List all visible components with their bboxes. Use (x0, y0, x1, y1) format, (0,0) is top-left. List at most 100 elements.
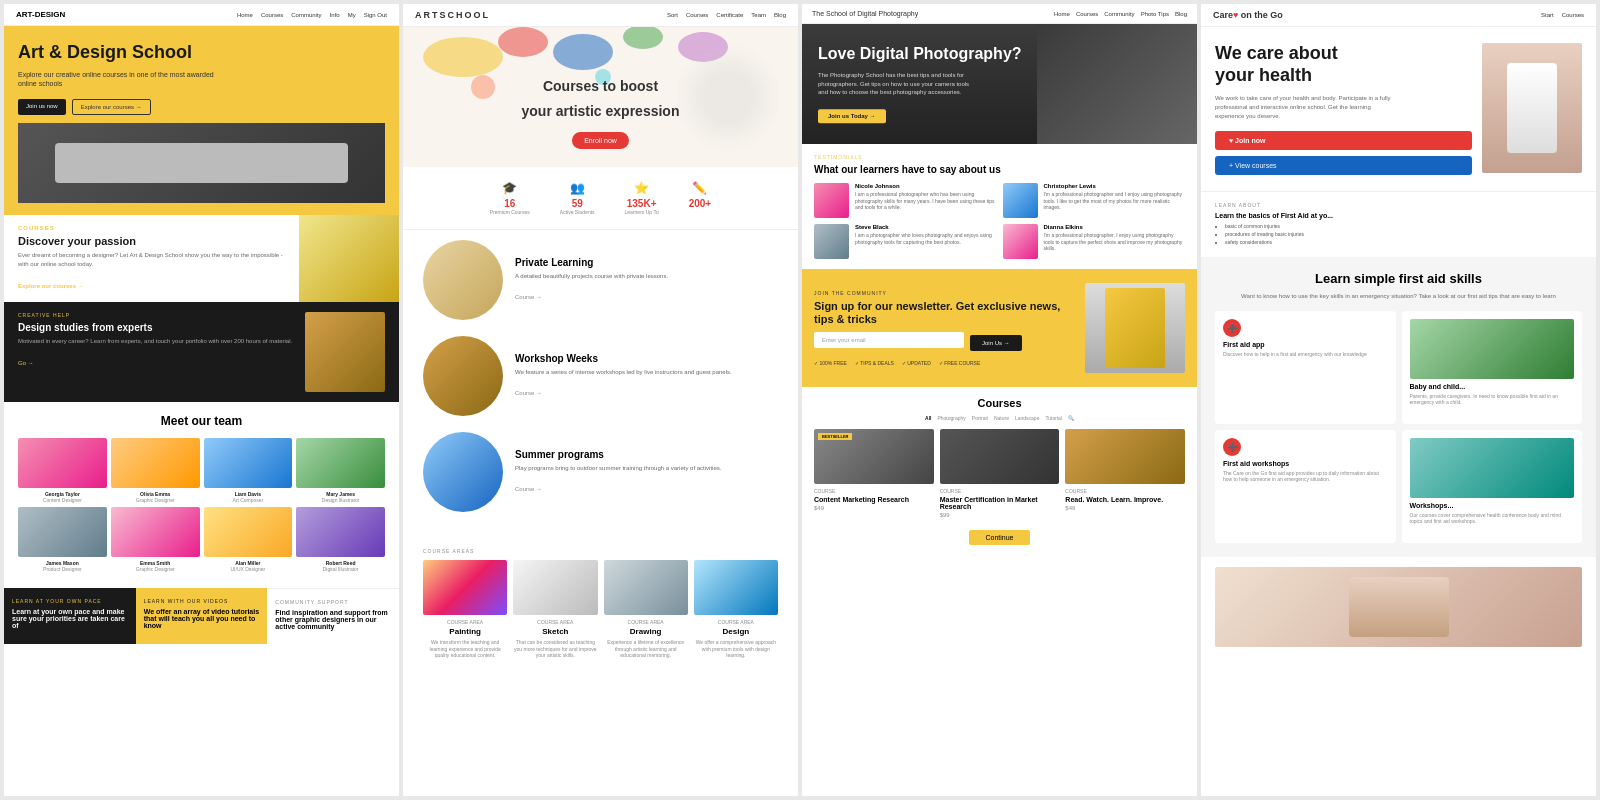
p2-hero-title2: your artistic expression (423, 103, 778, 119)
p2-painting-name[interactable]: Painting (423, 627, 507, 636)
p4-first-aid-icon: ➕ (1223, 319, 1241, 337)
p1-courses-desc: Ever dreamt of becoming a designer? Let … (18, 251, 285, 268)
p4-nav-start[interactable]: Start (1541, 12, 1554, 18)
p4-learn-item-3: safety considerations (1225, 239, 1582, 245)
p2-nav-sort[interactable]: Sort (667, 12, 678, 18)
p1-footer-community: COMMUNITY SUPPORT Find inspiration and s… (267, 588, 399, 644)
p2-private-link[interactable]: Course → (515, 294, 542, 300)
p2-sketch-name[interactable]: Sketch (513, 627, 597, 636)
p1-nav-my[interactable]: My (348, 12, 356, 18)
p2-hero-button[interactable]: Enroll now (572, 132, 629, 149)
p1-explore-button[interactable]: Explore our courses → (72, 99, 151, 115)
p2-course-areas: COURSE AREAS COURSE AREA Painting We tra… (403, 538, 798, 669)
p2-stat-num-4: 200+ (689, 198, 712, 209)
p4-join-button[interactable]: ♥ Join now (1215, 131, 1472, 150)
p1-nav-info[interactable]: Info (330, 12, 340, 18)
p3-avatar-nicole (814, 183, 849, 218)
p2-course-design: COURSE AREA Design We offer a comprehens… (694, 560, 778, 659)
p4-logo-heart: ♥ (1233, 10, 1238, 20)
p2-features: Private Learning A detailed beautifully … (403, 230, 798, 538)
team-member-7: Alan Miller UI/UX Designer (204, 507, 293, 572)
p3-nav-tips[interactable]: Photo Tips (1141, 11, 1169, 17)
p3-course-3: COURSE Read. Watch. Learn. Improve. $49 (1065, 429, 1185, 518)
p4-view-courses-button[interactable]: + View courses (1215, 156, 1472, 175)
p2-drawing-name[interactable]: Drawing (604, 627, 688, 636)
p2-nav-certificate[interactable]: Certificate (716, 12, 743, 18)
p2-courses-grid: COURSE AREA Painting We transform the te… (423, 560, 778, 659)
p3-filter-tutorial[interactable]: Tutorial (1045, 415, 1062, 421)
p4-nurse-figure (1507, 63, 1557, 153)
p3-filter-all[interactable]: All (925, 415, 931, 421)
p1-experts-link[interactable]: Go → (18, 360, 34, 366)
p2-nav-blog[interactable]: Blog (774, 12, 786, 18)
p2-summer-link[interactable]: Course → (515, 486, 542, 492)
p3-nav-home[interactable]: Home (1054, 11, 1070, 17)
p4-card-first-aid-app: ➕ First aid app Discover how to help in … (1215, 311, 1396, 424)
p1-team-section: Meet our team Georgia Taylor Content Des… (4, 402, 399, 588)
p4-hero-text: We care about your health We work to tak… (1215, 43, 1472, 175)
p1-experts-label: CREATIVE HELP (18, 312, 297, 318)
p2-summer-text: Summer programs Play programs bring to o… (515, 449, 721, 494)
p4-learn-section: LEARN ABOUT Learn the basics of First Ai… (1201, 191, 1596, 257)
p2-course-sketch: COURSE AREA Sketch That can be considere… (513, 560, 597, 659)
p4-first-aid-section: Learn simple first aid skills Want to kn… (1201, 257, 1596, 556)
p3-email-input[interactable]: Enter your email (814, 332, 964, 348)
p1-nav-home[interactable]: Home (237, 12, 253, 18)
p3-newsletter-button[interactable]: Join Us → (970, 335, 1022, 351)
p4-card-workshops: ➕ First aid workshops The Care on the Go… (1215, 430, 1396, 543)
p2-stat-courses: 🎓 16 Premium Courses (490, 181, 530, 215)
p4-cards-grid: ➕ First aid app Discover how to help in … (1215, 311, 1582, 543)
p3-filter-search[interactable]: 🔍 (1068, 415, 1074, 421)
p3-hero-button[interactable]: Join us Today → (818, 110, 886, 124)
p1-nav-signout[interactable]: Sign Out (364, 12, 387, 18)
p3-testimonials-label: TESTIMONIALS (814, 154, 1185, 160)
p3-course-name-2[interactable]: Master Certification in Market Research (940, 496, 1060, 510)
p1-footer-label3: COMMUNITY SUPPORT (275, 599, 391, 605)
p4-bottom-image (1215, 567, 1582, 647)
p1-nav-community[interactable]: Community (291, 12, 321, 18)
team-member-6: Emma Smith Graphic Designer (111, 507, 200, 572)
p3-course-2: COURSE Master Certification in Market Re… (940, 429, 1060, 518)
p3-courses-title: Courses (814, 397, 1185, 409)
p4-nav-courses[interactable]: Courses (1562, 12, 1584, 18)
p2-nav-courses[interactable]: Courses (686, 12, 708, 18)
p3-newsletter-text: JOIN THE COMMUNITY Sign up for our newsl… (814, 290, 1075, 366)
p3-avatar-chris (1003, 183, 1038, 218)
p1-team-row2: James Mason Product Designer Emma Smith … (18, 507, 385, 572)
p3-filter-landscape[interactable]: Landscape (1015, 415, 1039, 421)
p2-design-name[interactable]: Design (694, 627, 778, 636)
p3-review-steve: I am a photographer who loves photograph… (855, 232, 997, 245)
p3-filter-photography[interactable]: Photography (937, 415, 965, 421)
p3-nav-blog[interactable]: Blog (1175, 11, 1187, 17)
avatar-mary (296, 438, 385, 488)
p4-navbar: Care♥ on the Go Start Courses (1201, 4, 1596, 27)
p3-filter-nature[interactable]: Nature (994, 415, 1009, 421)
p2-nav-links: Sort Courses Certificate Team Blog (667, 12, 786, 18)
p1-courses-link[interactable]: Explore our courses → (18, 283, 84, 289)
p1-team-title: Meet our team (18, 414, 385, 428)
svg-point-0 (423, 37, 503, 77)
panel-photography: The School of Digital Photography Home C… (802, 4, 1197, 796)
p2-navbar: ARTSCHOOL Sort Courses Certificate Team … (403, 4, 798, 27)
p3-course-name-3[interactable]: Read. Watch. Learn. Improve. (1065, 496, 1185, 503)
role-robert: Digital Illustrator (296, 566, 385, 572)
p4-learn-list: basic of common injuries procedures of t… (1215, 223, 1582, 245)
p2-summer-title: Summer programs (515, 449, 721, 460)
p1-footer-title2: We offer an array of video tutorials tha… (144, 608, 260, 629)
svg-point-1 (498, 27, 548, 57)
p1-join-button[interactable]: Join us now (18, 99, 66, 115)
p3-filter-portrait[interactable]: Portrait (972, 415, 988, 421)
p3-nav-courses[interactable]: Courses (1076, 11, 1098, 17)
p3-load-more-button[interactable]: Continue (969, 530, 1029, 545)
p2-feature-summer: Summer programs Play programs bring to o… (423, 432, 778, 512)
p3-review-chris: I'm a professional photographer and I en… (1044, 191, 1186, 211)
panel-art-design: ART-DESIGN Home Courses Community Info M… (4, 4, 399, 796)
avatar-olivia (111, 438, 200, 488)
p2-workshop-link[interactable]: Course → (515, 390, 542, 396)
p2-nav-team[interactable]: Team (751, 12, 766, 18)
p1-nav-courses[interactable]: Courses (261, 12, 283, 18)
p3-text-dianna: Dianna Elkins I'm a professional photogr… (1044, 224, 1186, 259)
p3-courses-filter: All Photography Portrait Nature Landscap… (814, 415, 1185, 421)
p3-nav-community[interactable]: Community (1104, 11, 1134, 17)
p3-course-name-1[interactable]: Content Marketing Research (814, 496, 934, 503)
